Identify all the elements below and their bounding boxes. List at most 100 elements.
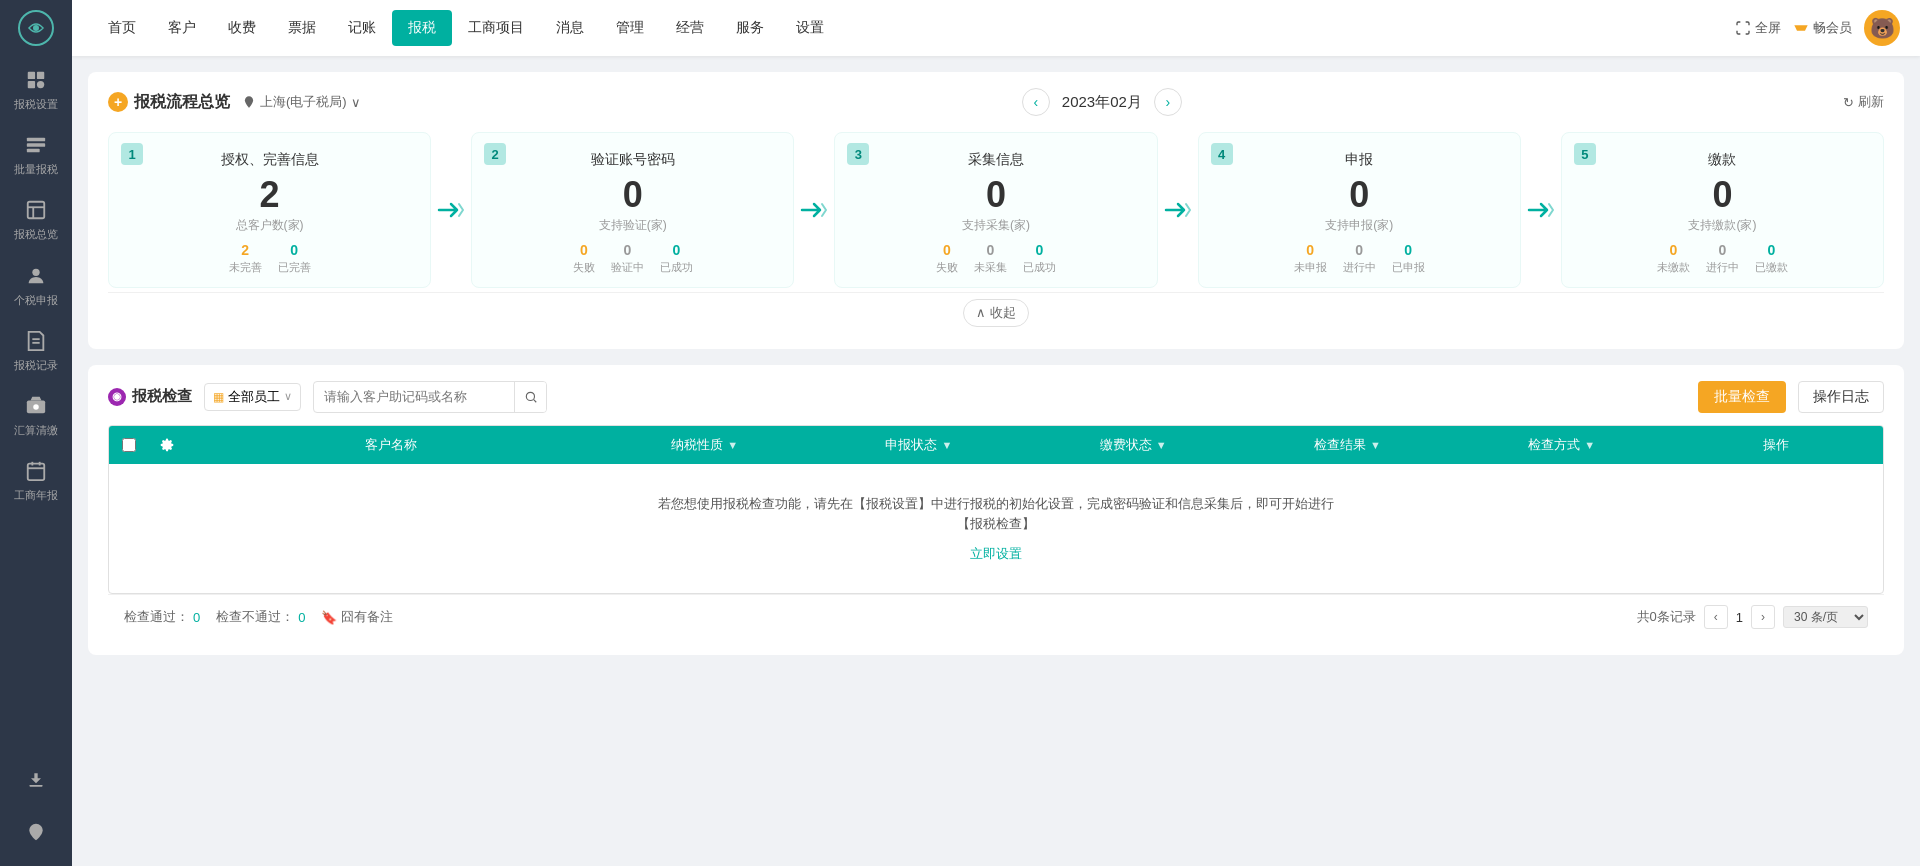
- nav-tax[interactable]: 报税: [392, 10, 452, 46]
- select-all-checkbox[interactable]: [122, 438, 136, 452]
- sidebar-item-personal-declare[interactable]: 个税申报: [0, 252, 72, 317]
- stat-val-2-0: 0: [580, 242, 588, 258]
- note-icon: 🔖: [321, 610, 337, 625]
- nav-settings[interactable]: 设置: [780, 0, 840, 56]
- nav-service[interactable]: 服务: [720, 0, 780, 56]
- annual-report-icon: [22, 457, 50, 485]
- stat-val-3-1: 0: [987, 242, 995, 258]
- fail-label: 检查不通过：: [216, 608, 294, 626]
- nav-fee[interactable]: 收费: [212, 0, 272, 56]
- th-tax-nature[interactable]: 纳税性质 ▼: [598, 426, 812, 464]
- svg-rect-7: [27, 149, 40, 153]
- sidebar-item-annual-report[interactable]: 工商年报: [0, 447, 72, 512]
- location-text: 上海(电子税局): [260, 93, 347, 111]
- location-icon: [22, 818, 50, 846]
- nav-invoice[interactable]: 票据: [272, 0, 332, 56]
- collapse-btn[interactable]: ∧ 收起: [963, 299, 1029, 327]
- collapse-up-icon: ∧: [976, 305, 986, 320]
- nav-home[interactable]: 首页: [92, 0, 152, 56]
- table-footer: 检查通过： 0 检查不通过： 0 🔖 囧有备注 共0条记录 ‹ 1 ›: [108, 594, 1884, 639]
- flow-step-3[interactable]: 3 采集信息 0 支持采集(家) 0 失败 0 未采集: [834, 132, 1157, 288]
- flow-steps: 1 授权、完善信息 2 总客户数(家) 2 未完善 0 已完善: [108, 132, 1884, 288]
- sidebar-item-clearing[interactable]: 汇算清缴: [0, 382, 72, 447]
- th-declare-status[interactable]: 申报状态 ▼: [812, 426, 1026, 464]
- step-sub-2: 支持验证(家): [488, 217, 777, 234]
- check-pass-stat: 检查通过： 0: [124, 608, 200, 626]
- sidebar-item-tax-overview[interactable]: 报税总览: [0, 186, 72, 251]
- step-sub-5: 支持缴款(家): [1578, 217, 1867, 234]
- th-pay-status[interactable]: 缴费状态 ▼: [1026, 426, 1240, 464]
- step-title-5: 缴款: [1578, 151, 1867, 169]
- batch-check-button[interactable]: 批量检查: [1698, 381, 1786, 413]
- location-tag[interactable]: 上海(电子税局) ∨: [242, 93, 361, 111]
- log-button[interactable]: 操作日志: [1798, 381, 1884, 413]
- note-stat: 🔖 囧有备注: [321, 608, 393, 626]
- flow-step-1[interactable]: 1 授权、完善信息 2 总客户数(家) 2 未完善 0 已完善: [108, 132, 431, 288]
- flow-overview-card: + 报税流程总览 上海(电子税局) ∨ ‹ 2023年02月 › ↻ 刷新: [88, 72, 1904, 349]
- flow-step-2[interactable]: 2 验证账号密码 0 支持验证(家) 0 失败 0 验证中: [471, 132, 794, 288]
- stat-val-4-2: 0: [1404, 242, 1412, 258]
- nav-management[interactable]: 管理: [600, 0, 660, 56]
- pass-value[interactable]: 0: [193, 610, 200, 625]
- svg-point-4: [37, 81, 44, 88]
- sidebar-item-batch-tax[interactable]: 批量报税: [0, 121, 72, 186]
- result-filter-icon: ▼: [1370, 439, 1381, 451]
- next-month-btn[interactable]: ›: [1154, 88, 1182, 116]
- step-title-1: 授权、完善信息: [125, 151, 414, 169]
- stat-val-1-1: 0: [290, 242, 298, 258]
- sidebar-item-location[interactable]: [0, 808, 72, 856]
- collapse-label: 收起: [990, 304, 1016, 322]
- app-logo: [18, 10, 54, 46]
- declare-filter-icon: ▼: [941, 439, 952, 451]
- next-page-btn[interactable]: ›: [1751, 605, 1775, 629]
- search-box: [313, 381, 547, 413]
- sidebar-label-tax-overview: 报税总览: [14, 228, 58, 241]
- flow-step-4[interactable]: 4 申报 0 支持申报(家) 0 未申报 0 进行中: [1198, 132, 1521, 288]
- stat-lbl-3-0: 失败: [936, 260, 958, 275]
- th-check-method[interactable]: 检查方式 ▼: [1455, 426, 1669, 464]
- svg-rect-6: [27, 143, 45, 147]
- prev-month-btn[interactable]: ‹: [1022, 88, 1050, 116]
- step-stats-1: 2 未完善 0 已完善: [125, 242, 414, 275]
- member-btn[interactable]: 畅会员: [1793, 19, 1852, 37]
- fail-value[interactable]: 0: [298, 610, 305, 625]
- sidebar-label-annual-report: 工商年报: [14, 489, 58, 502]
- stat-val-2-2: 0: [672, 242, 680, 258]
- th-checkbox[interactable]: [109, 426, 149, 464]
- download-icon: [22, 766, 50, 794]
- sidebar-item-tax-settings[interactable]: 报税设置: [0, 56, 72, 121]
- sidebar-item-tax-record[interactable]: 报税记录: [0, 317, 72, 382]
- step-stat-3-0: 0 失败: [936, 242, 958, 275]
- search-button[interactable]: [514, 382, 546, 412]
- step-stats-3: 0 失败 0 未采集 0 已成功: [851, 242, 1140, 275]
- arrow-2-3: [794, 132, 834, 288]
- check-fail-stat: 检查不通过： 0: [216, 608, 305, 626]
- stat-val-5-1: 0: [1719, 242, 1727, 258]
- nav-customer[interactable]: 客户: [152, 0, 212, 56]
- stat-lbl-4-1: 进行中: [1343, 260, 1376, 275]
- staff-selector[interactable]: ▦ 全部员工 ∨: [204, 383, 301, 411]
- th-settings[interactable]: [149, 426, 185, 464]
- step-num-1: 1: [121, 143, 143, 165]
- nav-accounting[interactable]: 记账: [332, 0, 392, 56]
- sidebar-label-clearing: 汇算清缴: [14, 424, 58, 437]
- check-circle-icon: ◉: [108, 388, 126, 406]
- step-stat-5-2: 0 已缴款: [1755, 242, 1788, 275]
- sidebar-item-download[interactable]: [0, 756, 72, 804]
- prev-page-btn[interactable]: ‹: [1704, 605, 1728, 629]
- search-input[interactable]: [314, 384, 514, 409]
- user-avatar[interactable]: 🐻: [1864, 10, 1900, 46]
- fullscreen-btn[interactable]: 全屏: [1735, 19, 1781, 37]
- nav-message[interactable]: 消息: [540, 0, 600, 56]
- refresh-btn[interactable]: ↻ 刷新: [1843, 93, 1884, 111]
- fullscreen-label: 全屏: [1755, 19, 1781, 37]
- nav-operation[interactable]: 经营: [660, 0, 720, 56]
- step-sub-3: 支持采集(家): [851, 217, 1140, 234]
- svg-rect-2: [37, 72, 44, 79]
- nav-business[interactable]: 工商项目: [452, 0, 540, 56]
- page-size-select[interactable]: 30 条/页 50 条/页 100 条/页: [1783, 606, 1868, 628]
- setup-link[interactable]: 立即设置: [970, 545, 1022, 563]
- th-check-result[interactable]: 检查结果 ▼: [1240, 426, 1454, 464]
- step-stat-4-1: 0 进行中: [1343, 242, 1376, 275]
- flow-step-5[interactable]: 5 缴款 0 支持缴款(家) 0 未缴款 0 进行中: [1561, 132, 1884, 288]
